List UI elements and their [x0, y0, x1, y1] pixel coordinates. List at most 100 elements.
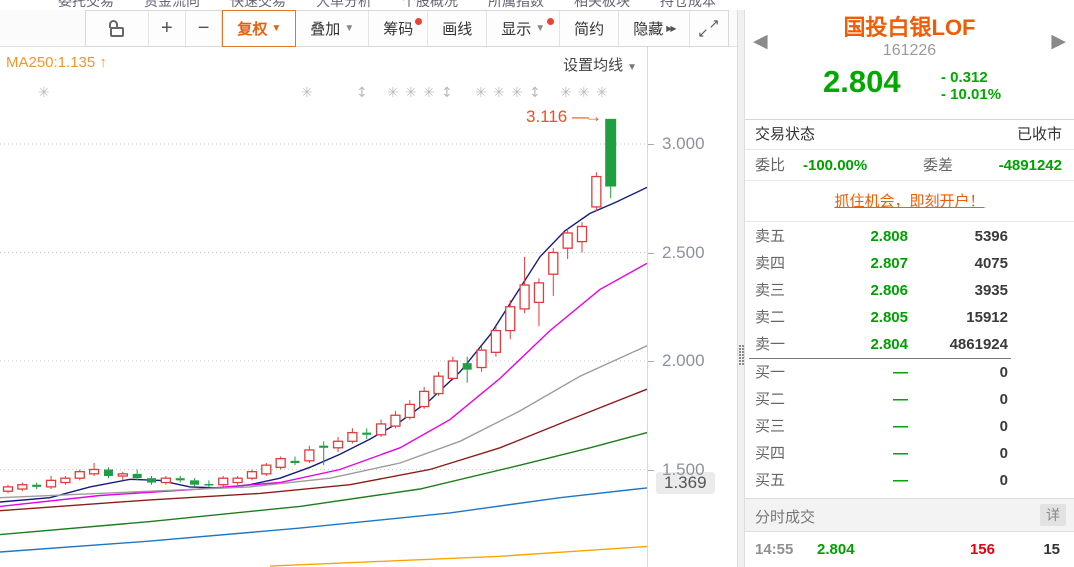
menu-item[interactable]: 持仓成本	[660, 0, 716, 10]
candle	[176, 476, 185, 483]
buy-row[interactable]: 买五—0	[745, 467, 1074, 494]
menu-item[interactable]: 所属指数	[488, 0, 544, 10]
menu-item[interactable]: 相关板块	[574, 0, 630, 10]
ma250-indicator-label: MA250:1.135 ↑	[6, 54, 107, 71]
fuquan-label: 复权	[237, 18, 267, 39]
candle	[520, 257, 529, 313]
expand-icon: ↙	[698, 25, 709, 41]
menu-item[interactable]: 委托交易	[58, 0, 114, 10]
jianyue-button[interactable]: 简约	[560, 11, 619, 46]
book-level-label: 买三	[755, 413, 785, 440]
buy-row[interactable]: 买四—0	[745, 440, 1074, 467]
tick-volume: 156	[935, 533, 995, 567]
zoom-in-button[interactable]: +	[149, 11, 186, 46]
split-marker-icon[interactable]: ↕	[356, 85, 368, 101]
kline-chart[interactable]: MA250:1.135 ↑ 设置均线▼ ✳✳↕✳✳✳↕✳✳✳↕✳✳✳ 3.116…	[0, 47, 647, 567]
tick-list-header: 分时成交 详	[745, 498, 1074, 532]
candle	[118, 472, 127, 481]
book-price: 2.806	[805, 277, 908, 304]
weibi-label: 委比	[755, 151, 785, 181]
huaxian-label: 画线	[442, 18, 472, 39]
dividend-marker-icon[interactable]: ✳	[578, 85, 590, 101]
candle	[104, 467, 113, 478]
axis-tick-label: 1.500	[662, 460, 705, 480]
dividend-marker-icon[interactable]: ✳	[387, 85, 399, 101]
dividend-marker-icon[interactable]: ✳	[423, 85, 435, 101]
candle	[247, 470, 256, 481]
open-account-link[interactable]: 抓住机会，即刻开户！	[834, 193, 984, 210]
sell-row[interactable]: 卖五2.8085396	[745, 223, 1074, 250]
panel-splitter[interactable]	[737, 10, 745, 567]
menu-item[interactable]: 个股概况	[402, 0, 458, 10]
menu-item[interactable]: 大单分析	[316, 0, 372, 10]
double-chevron-right-icon: ▶▶	[666, 24, 674, 33]
tick-row[interactable]: 14:552.80415615	[745, 533, 1074, 567]
book-level-label: 卖五	[755, 223, 785, 250]
split-marker-icon[interactable]: ↕	[529, 85, 541, 101]
ma-settings-dropdown[interactable]: 设置均线▼	[563, 54, 637, 75]
dividend-marker-icon[interactable]: ✳	[560, 85, 572, 101]
candle	[75, 470, 84, 481]
book-level-label: 卖二	[755, 304, 785, 331]
candle	[506, 300, 515, 339]
candle	[420, 387, 429, 409]
dividend-marker-icon[interactable]: ✳	[475, 85, 487, 101]
dividend-marker-icon[interactable]: ✳	[301, 85, 313, 101]
candle	[47, 476, 56, 489]
candle	[605, 119, 616, 198]
dividend-marker-icon[interactable]: ✳	[493, 85, 505, 101]
fuquan-button[interactable]: 复权▼	[222, 10, 296, 47]
dividend-marker-icon[interactable]: ✳	[596, 85, 608, 101]
buy-row[interactable]: 买三—0	[745, 413, 1074, 440]
trade-status-row: 交易状态 已收市	[745, 120, 1074, 150]
drag-handle-icon	[739, 345, 741, 347]
candle	[32, 483, 41, 490]
dividend-marker-icon[interactable]: ✳	[38, 85, 50, 101]
chevron-down-icon: ▼	[627, 62, 637, 73]
stock-name: 国投白银LOF	[775, 10, 1044, 42]
menu-item[interactable]: 资金流向	[144, 0, 200, 10]
fullscreen-button[interactable]: ↗ ↙	[690, 11, 728, 46]
trade-status-label: 交易状态	[755, 126, 815, 143]
sell-row[interactable]: 卖四2.8074075	[745, 250, 1074, 277]
ma-orange	[270, 547, 647, 567]
sell-row[interactable]: 卖一2.8044861924	[745, 331, 1074, 358]
book-volume: 0	[908, 359, 1008, 386]
candle	[262, 463, 271, 476]
candle	[61, 476, 70, 485]
diejia-button[interactable]: 叠加▼	[296, 11, 369, 46]
book-level-label: 买一	[755, 359, 785, 386]
lock-button[interactable]	[86, 11, 149, 46]
chouma-button[interactable]: 筹码	[369, 11, 428, 46]
xianshi-button[interactable]: 显示▼	[487, 11, 560, 46]
sell-row[interactable]: 卖二 2.80515912	[745, 304, 1074, 331]
split-marker-icon[interactable]: ↕	[441, 85, 453, 101]
book-price: —	[805, 413, 908, 440]
buy-row[interactable]: 买一—0	[745, 359, 1074, 386]
book-price: 2.805	[805, 304, 908, 331]
candle	[592, 172, 601, 211]
quote-panel: ◀ ▶ 国投白银LOF 161226 2.804 - 0.312- 10.01%…	[745, 0, 1074, 567]
weibi-row: 委比 -100.00% 委差 -4891242	[745, 151, 1074, 181]
dividend-marker-icon[interactable]: ✳	[511, 85, 523, 101]
book-volume: 15912	[908, 304, 1008, 331]
notification-dot-icon	[415, 18, 422, 25]
book-level-label: 买二	[755, 386, 785, 413]
expand-icon: ↗	[709, 16, 720, 32]
book-volume: 0	[908, 467, 1008, 494]
trading-app-window: 委托交易资金流向快速交易大单分析个股概况所属指数相关板块持仓成本衍生品资讯 + …	[0, 0, 1074, 567]
buy-row[interactable]: 买二—0	[745, 386, 1074, 413]
tick-time: 14:55	[755, 533, 793, 567]
tick-list-title: 分时成交	[755, 506, 815, 527]
candle	[204, 480, 213, 487]
tick-detail-button[interactable]: 详	[1040, 504, 1066, 526]
menu-item[interactable]: 快速交易	[230, 0, 286, 10]
unlock-icon	[100, 20, 134, 37]
zoom-out-button[interactable]: −	[186, 11, 223, 46]
dividend-marker-icon[interactable]: ✳	[405, 85, 417, 101]
book-level-label: 卖三	[755, 277, 785, 304]
sell-row[interactable]: 卖三2.8063935	[745, 277, 1074, 304]
yincang-button[interactable]: 隐藏▶▶	[619, 11, 689, 46]
huaxian-button[interactable]: 画线	[428, 11, 487, 46]
axis-tick-label: 2.000	[662, 351, 705, 371]
